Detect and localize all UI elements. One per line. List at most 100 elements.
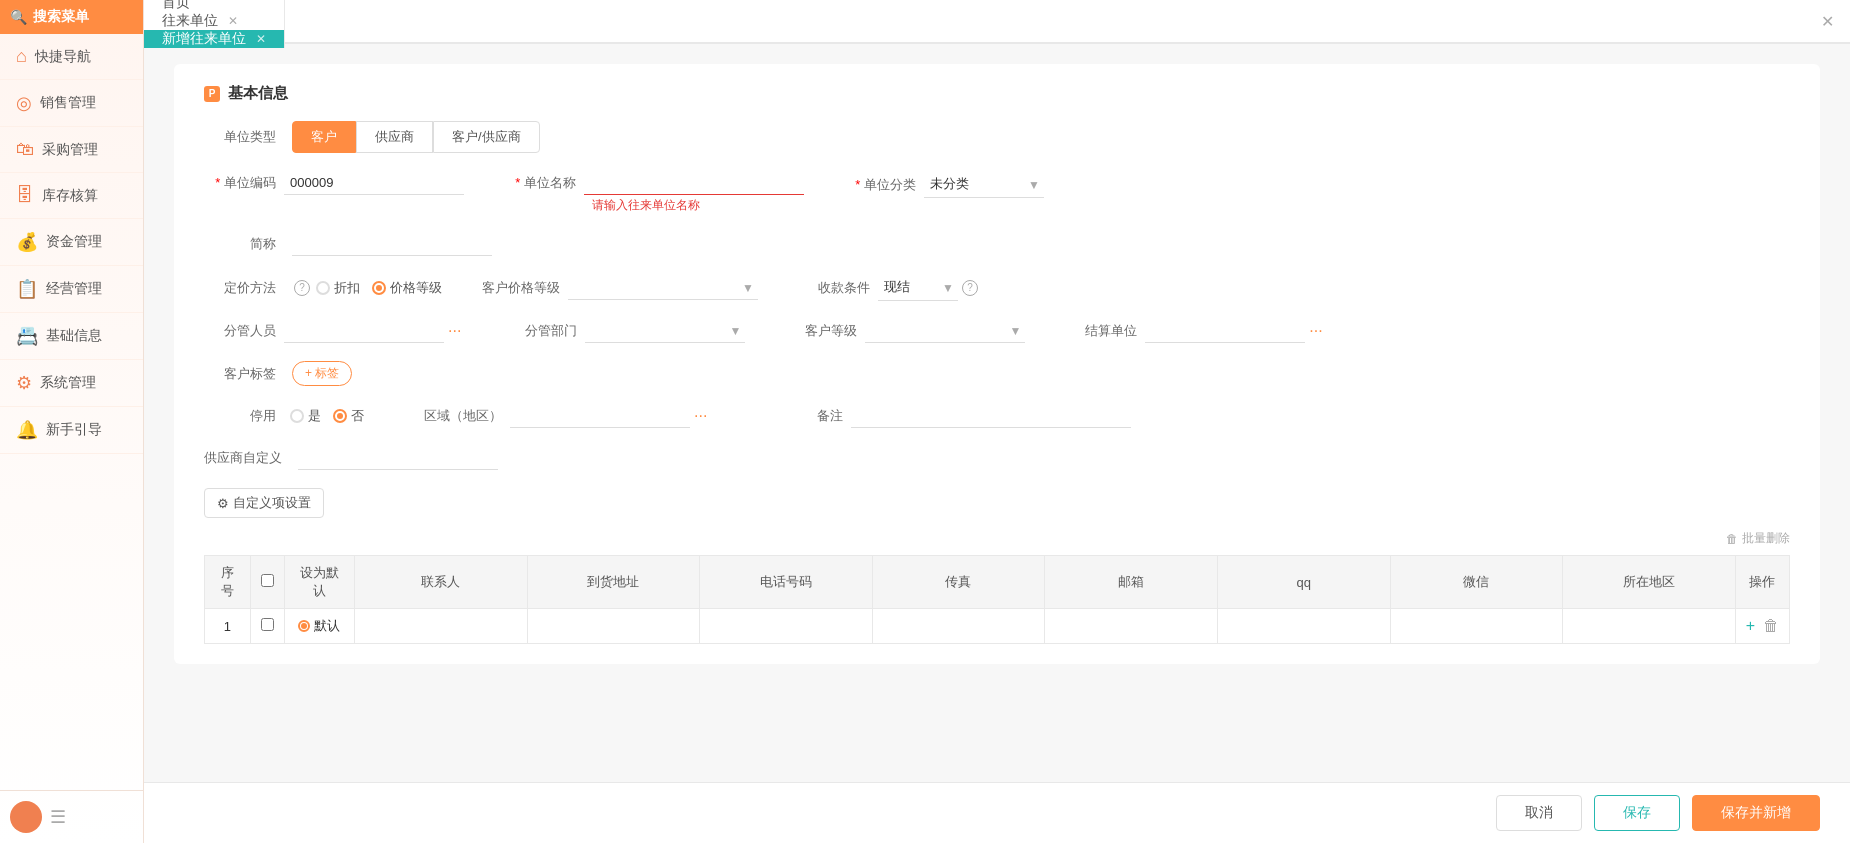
row-address[interactable] (527, 609, 700, 644)
sidebar-item-finance[interactable]: 💰 资金管理 (0, 219, 143, 266)
table-col-0: 序号 (205, 556, 251, 609)
row-fax[interactable] (872, 609, 1045, 644)
pricing-level-option[interactable]: 价格等级 (372, 279, 442, 297)
address-input[interactable] (538, 619, 690, 634)
table-col-5: 电话号码 (700, 556, 873, 609)
sidebar-item-purchase[interactable]: 🛍采购管理 (0, 127, 143, 173)
add-tag-label: + 标签 (305, 365, 339, 382)
tab-close-icon[interactable]: ✕ (228, 14, 238, 28)
quick-nav-icon: ⌂ (16, 46, 27, 67)
save-button[interactable]: 保存 (1594, 795, 1680, 831)
tab-label: 首页 (162, 0, 190, 12)
short-name-label: 简称 (204, 235, 284, 253)
qq-input[interactable] (1228, 619, 1380, 634)
su-label: 结算单位 (1065, 322, 1145, 340)
user-avatar (10, 801, 42, 833)
base-icon: 📇 (16, 325, 38, 347)
remark-input[interactable] (851, 404, 1131, 428)
unit-type-supplier-button[interactable]: 供应商 (356, 121, 433, 153)
su-input[interactable] (1145, 319, 1305, 343)
contacts-table: 序号设为默认联系人到货地址电话号码传真邮箱qq微信所在地区操作 1 默认 +🗑 (204, 555, 1790, 644)
row-default[interactable]: 默认 (284, 609, 354, 644)
custom-setting-label: 自定义项设置 (233, 494, 311, 512)
phone-input[interactable] (710, 619, 862, 634)
select-all-checkbox[interactable] (261, 574, 274, 587)
row-select-checkbox[interactable] (261, 618, 274, 631)
unit-type-customer-button[interactable]: 客户 (292, 121, 356, 153)
pricing-label: 定价方法 (204, 279, 284, 297)
unit-code-input[interactable] (284, 171, 464, 195)
unit-type-buttons: 客户供应商客户/供应商 (292, 121, 540, 153)
tab-partners[interactable]: 往来单位✕ (144, 12, 285, 30)
manager-more-btn[interactable]: ··· (444, 322, 465, 340)
tab-new-partner[interactable]: 新增往来单位 ✕ (144, 30, 285, 48)
sidebar-item-label: 采购管理 (42, 141, 98, 159)
unit-category-value[interactable]: 未分类 (924, 171, 1044, 198)
row-checkbox[interactable] (250, 609, 284, 644)
cl-input[interactable] (865, 319, 1025, 343)
sidebar-footer: ☰ (0, 790, 143, 843)
sidebar-item-label: 系统管理 (40, 374, 96, 392)
email-input[interactable] (1055, 619, 1207, 634)
dept-label: 分管部门 (505, 322, 585, 340)
fax-input[interactable] (883, 619, 1035, 634)
unit-type-both-button[interactable]: 客户/供应商 (433, 121, 540, 153)
tab-home[interactable]: 首页 (144, 0, 285, 12)
add-tag-button[interactable]: + 标签 (292, 361, 352, 386)
dept-input[interactable] (585, 319, 745, 343)
row-email[interactable] (1045, 609, 1218, 644)
cpl-input[interactable] (568, 276, 758, 300)
cancel-button[interactable]: 取消 (1496, 795, 1582, 831)
su-more-btn[interactable]: ··· (1305, 322, 1326, 340)
disabled-label: 停用 (204, 407, 284, 425)
unit-type-label: 单位类型 (204, 128, 284, 146)
sidebar-item-operation[interactable]: 📋经营管理 (0, 266, 143, 313)
sidebar-item-sales[interactable]: ◎销售管理 (0, 80, 143, 127)
contact-input[interactable] (365, 619, 517, 634)
region-more-btn[interactable]: ··· (690, 407, 711, 425)
sidebar-item-guide[interactable]: 🔔新手引导 (0, 407, 143, 454)
sidebar-item-inventory[interactable]: 🗄库存核算 (0, 173, 143, 219)
disabled-no-option[interactable]: 否 (333, 407, 364, 425)
row-region-input[interactable] (1573, 619, 1725, 634)
pricing-help-icon[interactable]: ? (294, 280, 310, 296)
sidebar-item-quick-nav[interactable]: ⌂ 快捷导航 (0, 34, 143, 80)
pt-help-icon[interactable]: ? (962, 280, 978, 296)
row-seq: 1 (205, 609, 251, 644)
pt-value[interactable]: 现结 (878, 274, 958, 301)
tab-close-icon[interactable]: ✕ (256, 32, 266, 46)
settlement-group: 结算单位 ··· (1065, 319, 1326, 343)
search-menu-button[interactable]: 🔍 搜索菜单 (0, 0, 143, 34)
sidebar-item-system[interactable]: ⚙系统管理 (0, 360, 143, 407)
sidebar-item-label: 资金管理 (46, 233, 102, 251)
row-region[interactable] (1563, 609, 1736, 644)
row-contact[interactable] (354, 609, 527, 644)
row-wechat[interactable] (1390, 609, 1563, 644)
sidebar-item-label: 快捷导航 (35, 48, 91, 66)
batch-delete-button[interactable]: 🗑 批量删除 (1726, 530, 1790, 547)
customer-price-level-group: 客户价格等级 ▼ (482, 276, 758, 300)
expand-icon[interactable]: ☰ (50, 806, 66, 828)
row-phone[interactable] (700, 609, 873, 644)
pricing-discount-option[interactable]: 折扣 (316, 279, 360, 297)
table-col-1[interactable] (250, 556, 284, 609)
close-all-tabs-button[interactable]: ✕ (1805, 12, 1850, 31)
wechat-input[interactable] (1401, 619, 1553, 634)
disabled-yes-option[interactable]: 是 (290, 407, 321, 425)
unit-name-input[interactable] (584, 171, 804, 195)
row-qq[interactable] (1217, 609, 1390, 644)
page-content: P 基本信息 单位类型 客户供应商客户/供应商 单位编码 单位名称 (144, 44, 1850, 782)
sc-input[interactable] (298, 446, 498, 470)
short-name-input[interactable] (292, 232, 492, 256)
custom-setting-button[interactable]: ⚙ 自定义项设置 (204, 488, 324, 518)
tab-label: 新增往来单位 (162, 30, 246, 48)
sidebar-item-base[interactable]: 📇基础信息 (0, 313, 143, 360)
section-title-text: 基本信息 (228, 84, 288, 103)
manager-input[interactable] (284, 319, 444, 343)
save-new-button[interactable]: 保存并新增 (1692, 795, 1820, 831)
manager-group: 分管人员 ··· (204, 319, 465, 343)
region-input[interactable] (510, 404, 690, 428)
row-add-button[interactable]: + (1746, 617, 1755, 635)
finance-icon: 💰 (16, 231, 38, 253)
row-delete-button[interactable]: 🗑 (1763, 617, 1779, 635)
